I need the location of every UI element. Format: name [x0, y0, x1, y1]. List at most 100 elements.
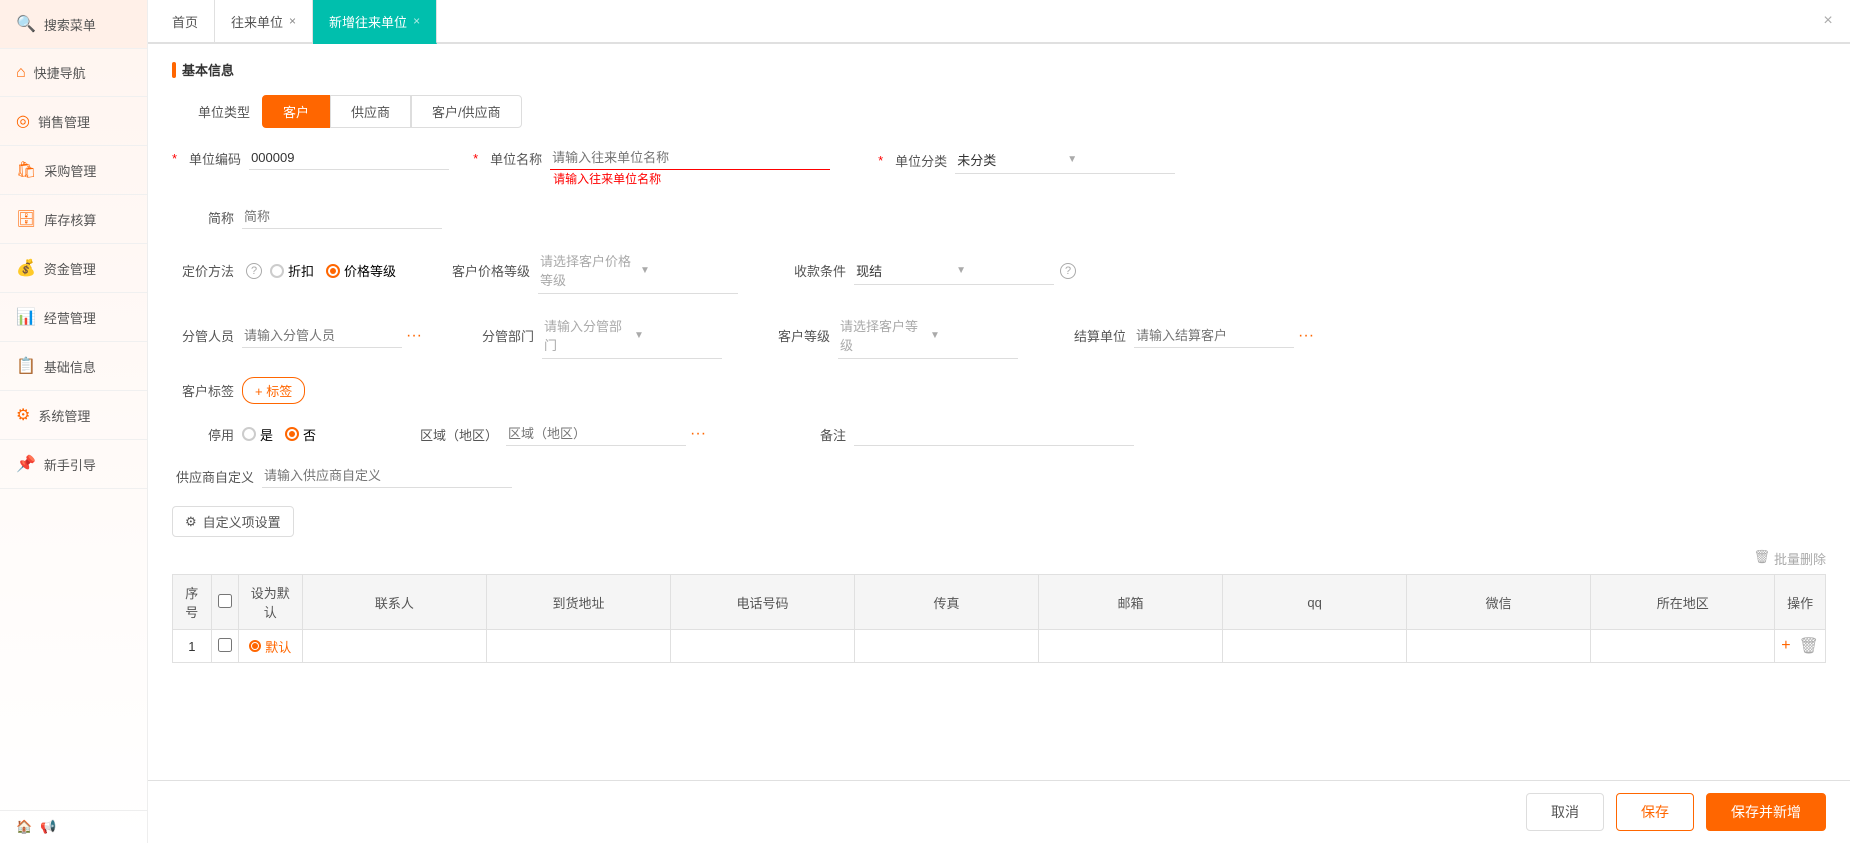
form-area: 基本信息 单位类型 客户 供应商 客户/供应商 * 单位编码 * 单位名称 — [148, 44, 1850, 780]
sidebar-item-operations[interactable]: 📊 经营管理 — [0, 293, 147, 342]
cell-phone — [670, 630, 854, 663]
payment-terms-info-icon[interactable]: ? — [1060, 263, 1076, 279]
field-group-customer-level: 客户等级 请选择客户等级 ▼ — [778, 312, 1018, 359]
batch-delete-button[interactable]: 🗑 批量删除 — [172, 549, 1826, 568]
qq-input[interactable] — [1229, 639, 1400, 654]
sidebar-item-sales[interactable]: ◎ 销售管理 — [0, 97, 147, 146]
table-header-checkbox[interactable] — [218, 594, 232, 608]
close-all-tabs-button[interactable]: × — [1814, 7, 1842, 35]
sidebar-item-system[interactable]: ⚙ 系统管理 — [0, 391, 147, 440]
manager-input[interactable] — [242, 324, 402, 348]
add-row-button[interactable]: + — [1781, 637, 1790, 655]
sidebar-item-label-guide: 新手引导 — [44, 455, 96, 474]
sidebar-item-basic[interactable]: 📋 基础信息 — [0, 342, 147, 391]
batch-delete-icon: 🗑 — [1753, 549, 1770, 568]
tab-bar: 首页 往来单位 × 新增往来单位 × × — [148, 0, 1850, 44]
save-new-button[interactable]: 保存并新增 — [1706, 793, 1826, 831]
customer-price-level-select[interactable]: 请选择客户价格等级 ▼ — [538, 247, 738, 294]
field-group-customer-price-level: 客户价格等级 请选择客户价格等级 ▼ — [452, 247, 738, 294]
region-more-button[interactable]: ··· — [686, 425, 710, 443]
contact-input[interactable] — [309, 639, 480, 654]
cell-checkbox — [211, 630, 238, 663]
save-button[interactable]: 保存 — [1616, 793, 1694, 831]
address-input[interactable] — [493, 639, 664, 654]
sidebar-notify-icon[interactable]: 📢 — [40, 819, 56, 835]
unit-name-input[interactable] — [550, 146, 830, 170]
unit-category-select[interactable]: 未分类 ▼ — [955, 146, 1175, 174]
form-footer: 取消 保存 保存并新增 — [148, 780, 1850, 843]
table-header-row: 序号 设为默认 联系人 到货地址 电话号码 传真 邮箱 qq 微信 所在地区 操… — [173, 575, 1826, 630]
tab-contacts-close[interactable]: × — [289, 14, 296, 28]
col-contact: 联系人 — [302, 575, 486, 630]
department-arrow-icon: ▼ — [630, 330, 722, 341]
unit-code-required: * — [172, 151, 177, 166]
customer-level-select[interactable]: 请选择客户等级 ▼ — [838, 312, 1018, 359]
radio-no[interactable]: 否 — [285, 425, 316, 444]
cancel-button[interactable]: 取消 — [1526, 793, 1604, 831]
type-btn-customer[interactable]: 客户 — [262, 95, 330, 128]
type-btn-both[interactable]: 客户/供应商 — [411, 95, 522, 128]
radio-price-level[interactable]: 价格等级 — [326, 261, 396, 280]
short-name-input[interactable] — [242, 205, 442, 229]
department-select[interactable]: 请输入分管部门 ▼ — [542, 312, 722, 359]
supplier-custom-label: 供应商自定义 — [172, 467, 262, 486]
supplier-custom-input[interactable] — [262, 464, 512, 488]
sidebar-item-guide[interactable]: 📌 新手引导 — [0, 440, 147, 489]
radio-price-level-circle — [326, 264, 340, 278]
sidebar-home-icon[interactable]: 🏠 — [16, 819, 32, 835]
tab-contacts[interactable]: 往来单位 × — [215, 0, 313, 43]
wechat-input[interactable] — [1413, 639, 1584, 654]
pricing-method-info-icon[interactable]: ? — [246, 263, 262, 279]
radio-discount-circle — [270, 264, 284, 278]
field-group-customer-tags: 客户标签 + 标签 — [172, 377, 305, 404]
col-qq: qq — [1223, 575, 1407, 630]
fax-input[interactable] — [861, 639, 1032, 654]
cell-address — [486, 630, 670, 663]
tab-home[interactable]: 首页 — [156, 0, 215, 43]
unit-code-input[interactable] — [249, 146, 449, 170]
tab-new-contact-close[interactable]: × — [413, 14, 420, 28]
row-unit-info: * 单位编码 * 单位名称 请输入往来单位名称 * 单位分类 未分类 — [172, 146, 1826, 187]
sidebar-item-search[interactable]: 🔍 搜索菜单 — [0, 0, 147, 49]
sidebar-item-inventory[interactable]: 🗄 库存核算 — [0, 195, 147, 244]
row-checkbox[interactable] — [218, 638, 232, 652]
sidebar-item-purchase[interactable]: 🛍 采购管理 — [0, 146, 147, 195]
notes-input[interactable] — [854, 422, 1134, 446]
sidebar-item-finance[interactable]: 💰 资金管理 — [0, 244, 147, 293]
department-label: 分管部门 — [482, 326, 542, 345]
cell-default: 默认 — [238, 630, 302, 663]
settlement-unit-more-button[interactable]: ··· — [1294, 327, 1318, 345]
payment-terms-select[interactable]: 现结 ▼ — [854, 257, 1054, 285]
radio-yes-circle — [242, 427, 256, 441]
type-btn-supplier[interactable]: 供应商 — [330, 95, 411, 128]
custom-settings-button[interactable]: ⚙ 自定义项设置 — [172, 506, 294, 537]
col-actions: 操作 — [1775, 575, 1826, 630]
sidebar-item-quick-nav[interactable]: ⌂ 快捷导航 — [0, 49, 147, 97]
email-input[interactable] — [1045, 639, 1216, 654]
region-input[interactable] — [506, 422, 686, 446]
manager-more-button[interactable]: ··· — [402, 327, 426, 345]
settlement-unit-input[interactable] — [1134, 324, 1294, 348]
customer-level-placeholder: 请选择客户等级 — [838, 312, 926, 358]
sidebar-item-label-inventory: 库存核算 — [44, 210, 96, 229]
section-title-bar — [172, 62, 176, 78]
customer-price-level-arrow-icon: ▼ — [636, 265, 738, 276]
radio-discount[interactable]: 折扣 — [270, 261, 314, 280]
table-row: 1 默认 — [173, 630, 1826, 663]
payment-terms-arrow-icon: ▼ — [952, 265, 1054, 276]
cell-fax — [855, 630, 1039, 663]
location-input[interactable] — [1597, 639, 1768, 654]
row-pricing: 定价方法 ? 折扣 价格等级 客户价格等级 请选择客户价格等级 — [172, 247, 1826, 294]
tab-new-contact[interactable]: 新增往来单位 × — [313, 0, 437, 44]
default-radio[interactable] — [249, 640, 261, 652]
field-group-disabled: 停用 是 否 — [172, 425, 316, 444]
add-tag-button[interactable]: + 标签 — [242, 377, 305, 404]
field-group-supplier-custom: 供应商自定义 — [172, 464, 512, 488]
radio-yes[interactable]: 是 — [242, 425, 273, 444]
field-group-department: 分管部门 请输入分管部门 ▼ — [482, 312, 722, 359]
pricing-method-radio-group: 折扣 价格等级 — [270, 261, 396, 280]
row-disabled-region: 停用 是 否 区域（地区） ··· 备注 — [172, 422, 1826, 446]
delete-row-button[interactable]: 🗑 — [1799, 636, 1819, 656]
phone-input[interactable] — [677, 639, 848, 654]
col-wechat: 微信 — [1407, 575, 1591, 630]
